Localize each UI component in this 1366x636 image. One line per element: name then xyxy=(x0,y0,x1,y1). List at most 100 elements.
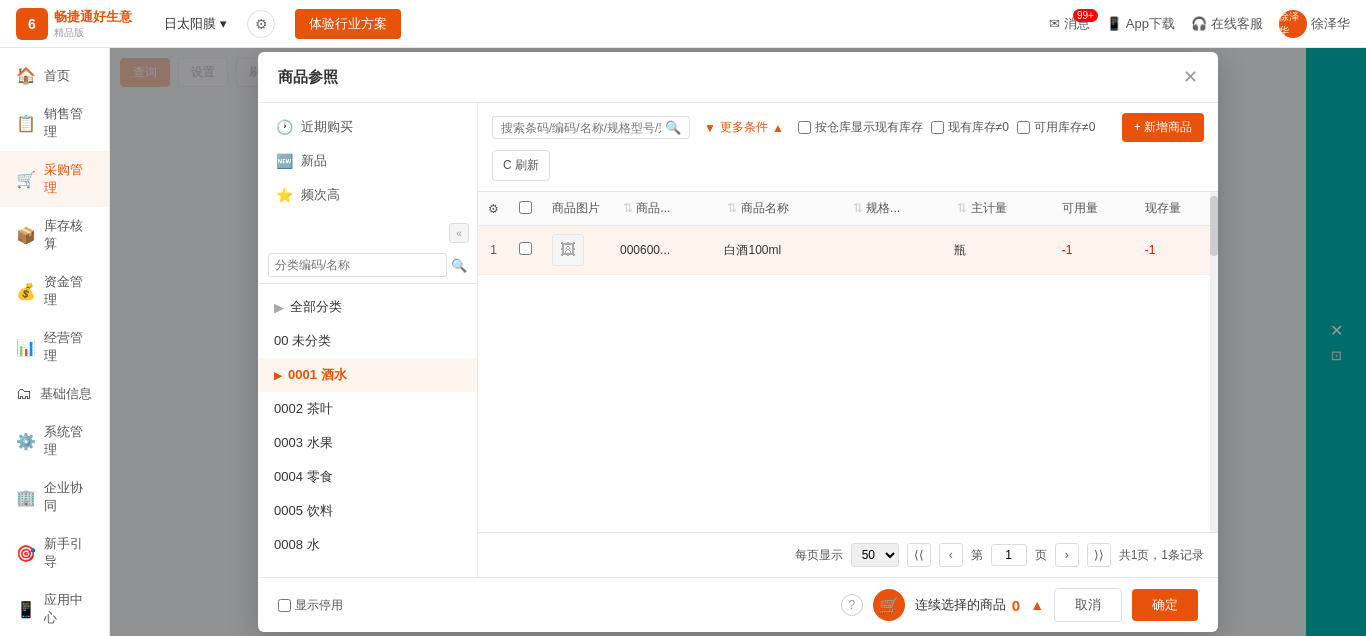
show-disabled-label[interactable]: 显示停用 xyxy=(278,597,343,614)
confirm-btn[interactable]: 确定 xyxy=(1132,589,1198,621)
category-7[interactable]: 0010 家电 xyxy=(258,562,477,569)
th-img: 商品图片 xyxy=(542,192,610,226)
th-code: ⇅ 商品... xyxy=(610,192,714,226)
avatar: 徐泽华 xyxy=(1279,10,1307,38)
star-icon: ⭐ xyxy=(276,187,293,203)
scrollbar[interactable] xyxy=(1210,192,1218,532)
footer-right: ? 🛒 连续选择的商品 0 ▲ 取消 确定 xyxy=(841,588,1198,622)
row-img: 🖼 xyxy=(542,226,610,275)
sidebar-item-apps[interactable]: 📱 应用中心 xyxy=(0,581,109,636)
left-quick-tabs: 🕐 近期购买 🆕 新品 ⭐ 频次高 xyxy=(258,111,477,211)
sidebar-item-home[interactable]: 🏠 首页 xyxy=(0,56,109,95)
product-search-input[interactable] xyxy=(501,121,661,135)
online-service-btn[interactable]: 🎧 在线客服 xyxy=(1191,15,1263,33)
checkbox-warehouse[interactable] xyxy=(798,121,811,134)
trial-btn[interactable]: 体验行业方案 xyxy=(295,9,401,39)
sidebar-item-guide[interactable]: 🎯 新手引导 xyxy=(0,525,109,581)
last-page-btn[interactable]: ⟩⟩ xyxy=(1087,543,1111,567)
sidebar-item-basic[interactable]: 🗂 基础信息 xyxy=(0,375,109,413)
product-table: ⚙ 商品图片 xyxy=(478,192,1218,275)
page-size-select[interactable]: 50 xyxy=(851,543,899,567)
row-num: 1 xyxy=(478,226,509,275)
logo-area: 6 畅捷通好生意 精品版 xyxy=(16,8,132,40)
app-download-btn[interactable]: 📱 App下载 xyxy=(1106,15,1175,33)
sidebar-item-inventory[interactable]: 📦 库存核算 xyxy=(0,207,109,263)
tab-new-products[interactable]: 🆕 新品 xyxy=(266,145,469,177)
category-2[interactable]: 0002 茶叶 xyxy=(258,392,477,426)
help-icon[interactable]: ? xyxy=(841,594,863,616)
row-unit: 瓶 xyxy=(944,226,1051,275)
checkbox-available-label[interactable]: 现有库存≠0 xyxy=(931,119,1009,136)
category-search-icon[interactable]: 🔍 xyxy=(451,258,467,273)
sort-unit-icon[interactable]: ⇅ xyxy=(957,201,967,215)
collapse-cart-icon[interactable]: ▲ xyxy=(1030,597,1044,613)
active-arrow-icon: ▶ xyxy=(274,370,282,381)
sort-name-icon[interactable]: ⇅ xyxy=(727,201,737,215)
sidebar-item-finance[interactable]: 💰 资金管理 xyxy=(0,263,109,319)
chevron-up-icon: ▲ xyxy=(772,121,784,135)
message-badge: 99+ xyxy=(1073,9,1098,22)
collapse-left-btn[interactable]: « xyxy=(449,223,469,243)
row-checkbox[interactable] xyxy=(519,242,532,255)
checkbox-usable[interactable] xyxy=(1017,121,1030,134)
refresh-btn[interactable]: C 刷新 xyxy=(492,150,550,181)
table-row[interactable]: 1 🖼 xyxy=(478,226,1218,275)
modal-right-panel: 🔍 ▼ 更多条件 ▲ 按仓库显示现有库存 xyxy=(478,103,1218,577)
user-avatar[interactable]: 徐泽华 徐泽华 xyxy=(1279,10,1350,38)
main-layout: 🏠 首页 📋 销售管理 🛒 采购管理 📦 库存核算 💰 资金管理 📊 经营管理 … xyxy=(0,48,1366,636)
scrollbar-thumb[interactable] xyxy=(1210,196,1218,256)
checkbox-available[interactable] xyxy=(931,121,944,134)
settings-icon[interactable]: ⚙ xyxy=(247,10,275,38)
tab-recent-purchase[interactable]: 🕐 近期购买 xyxy=(266,111,469,143)
current-page-input[interactable] xyxy=(991,544,1027,566)
new-icon: 🆕 xyxy=(276,153,293,169)
system-icon: ⚙️ xyxy=(16,432,36,451)
category-6[interactable]: 0008 水 xyxy=(258,528,477,562)
sales-icon: 📋 xyxy=(16,114,36,133)
category-3[interactable]: 0003 水果 xyxy=(258,426,477,460)
sidebar: 🏠 首页 📋 销售管理 🛒 采购管理 📦 库存核算 💰 资金管理 📊 经营管理 … xyxy=(0,48,110,636)
sidebar-item-system[interactable]: ⚙️ 系统管理 xyxy=(0,413,109,469)
category-5[interactable]: 0005 饮料 xyxy=(258,494,477,528)
add-product-btn[interactable]: + 新增商品 xyxy=(1122,113,1204,142)
row-available: -1 xyxy=(1052,226,1135,275)
product-search-wrap: 🔍 xyxy=(492,116,690,139)
checkbox-warehouse-label[interactable]: 按仓库显示现有库存 xyxy=(798,119,923,136)
tab-frequent[interactable]: ⭐ 频次高 xyxy=(266,179,469,211)
select-count: 0 xyxy=(1012,597,1020,614)
phone-icon: 📱 xyxy=(1106,16,1122,31)
sort-spec-icon[interactable]: ⇅ xyxy=(853,201,863,215)
cancel-btn[interactable]: 取消 xyxy=(1054,588,1122,622)
category-0[interactable]: 00 未分类 xyxy=(258,324,477,358)
guide-icon: 🎯 xyxy=(16,544,36,563)
prev-page-btn[interactable]: ‹ xyxy=(939,543,963,567)
messages-btn[interactable]: ✉ 消息 99+ xyxy=(1049,15,1090,33)
message-icon: ✉ xyxy=(1049,16,1060,31)
modal-close-btn[interactable]: ✕ xyxy=(1183,66,1198,88)
sidebar-item-business[interactable]: 📊 经营管理 xyxy=(0,319,109,375)
enterprise-icon: 🏢 xyxy=(16,488,36,507)
category-4[interactable]: 0004 零食 xyxy=(258,460,477,494)
next-page-btn[interactable]: › xyxy=(1055,543,1079,567)
nav-selector[interactable]: 日太阳膜 ▾ xyxy=(156,11,235,37)
first-page-btn[interactable]: ⟨⟨ xyxy=(907,543,931,567)
select-all-checkbox[interactable] xyxy=(519,201,532,214)
row-checkbox-cell xyxy=(509,226,542,275)
sidebar-item-sales[interactable]: 📋 销售管理 xyxy=(0,95,109,151)
checkbox-usable-label[interactable]: 可用库存≠0 xyxy=(1017,119,1095,136)
th-available: 可用量 xyxy=(1052,192,1135,226)
modal-header: 商品参照 ✕ xyxy=(258,52,1218,103)
filter-btn[interactable]: ▼ 更多条件 ▲ xyxy=(698,115,790,140)
sidebar-item-purchase[interactable]: 🛒 采购管理 xyxy=(0,151,109,207)
product-search-icon[interactable]: 🔍 xyxy=(665,120,681,135)
sidebar-item-enterprise[interactable]: 🏢 企业协同 xyxy=(0,469,109,525)
main-content: 查询 设置 刷新 ✕ ⊡ 商品参照 ✕ xyxy=(110,48,1366,636)
th-gear: ⚙ xyxy=(478,192,509,226)
category-search-input[interactable] xyxy=(268,253,447,277)
show-disabled-checkbox[interactable] xyxy=(278,599,291,612)
category-all[interactable]: ▶ 全部分类 xyxy=(258,290,477,324)
sort-code-icon[interactable]: ⇅ xyxy=(623,201,633,215)
category-1[interactable]: ▶ 0001 酒水 xyxy=(258,358,477,392)
th-name: ⇅ 商品名称 xyxy=(714,192,839,226)
row-stock: -1 xyxy=(1135,226,1218,275)
